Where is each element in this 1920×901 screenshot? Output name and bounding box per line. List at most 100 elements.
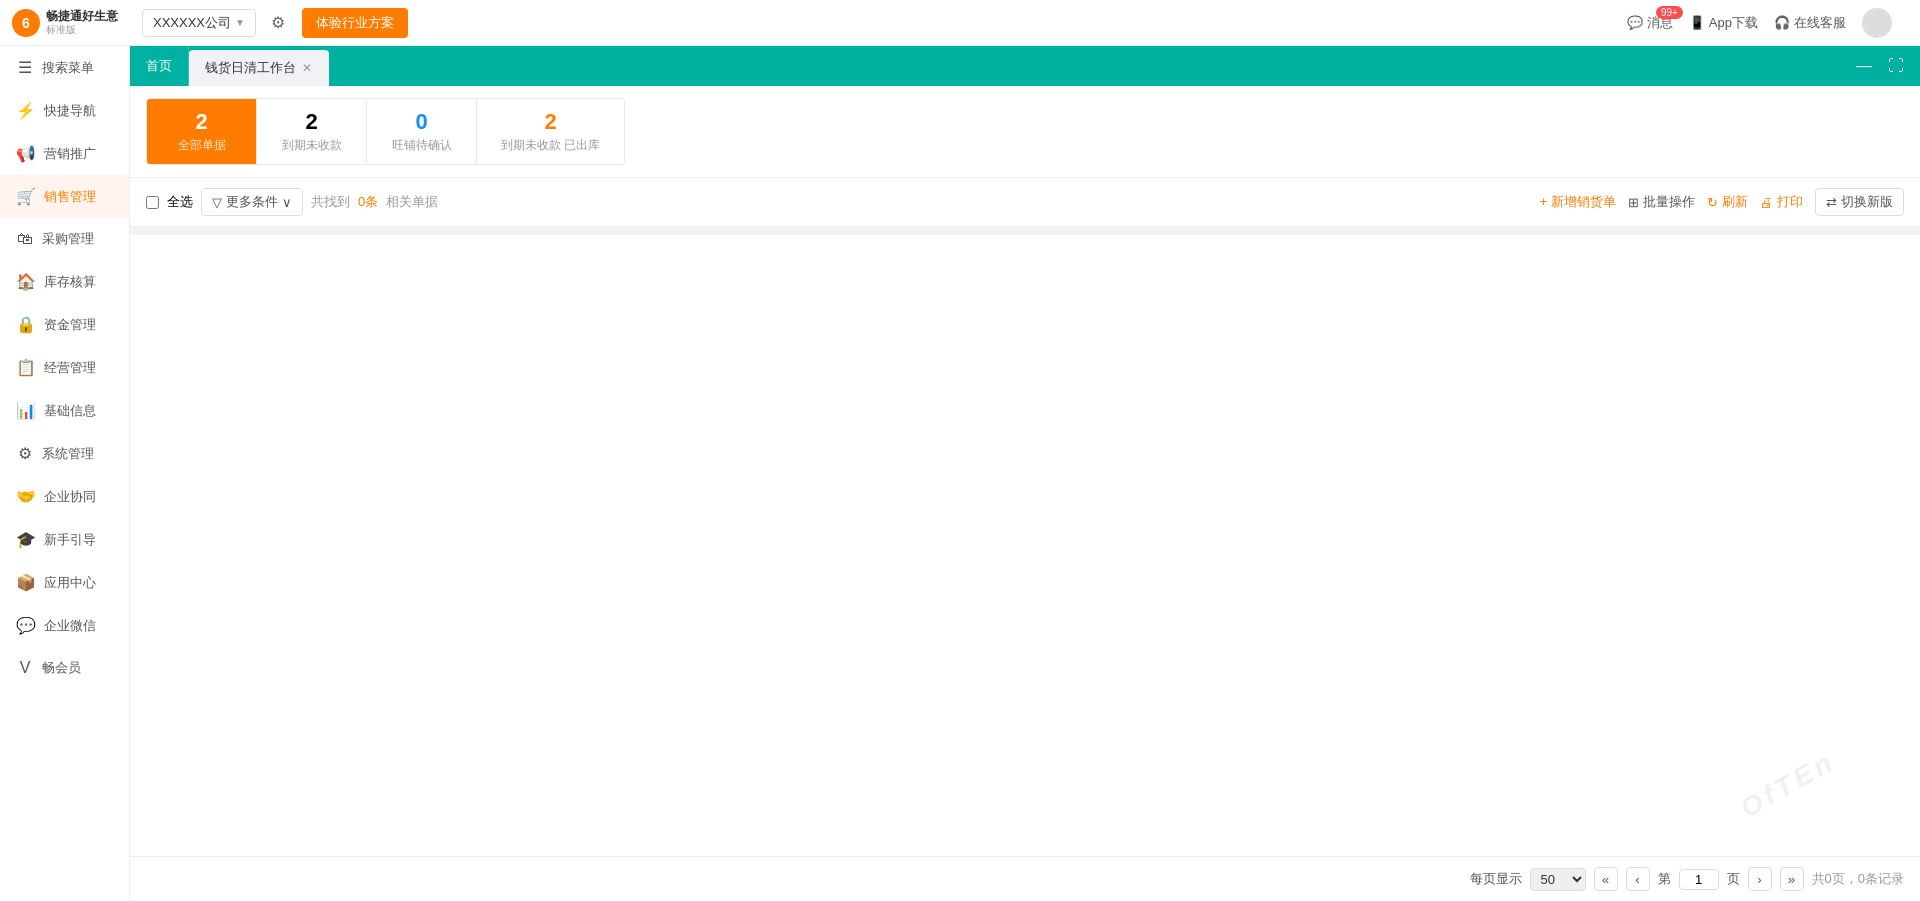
logo-subtitle: 标准版 [46,24,118,36]
sidebar-label-1: 快捷导航 [44,102,96,120]
sidebar-item-6[interactable]: 🔒资金管理 [0,303,129,346]
sidebar-item-1[interactable]: ⚡ 快捷导航 [0,89,129,132]
sidebar-icon-0: ☰ [16,58,34,77]
sidebar-item-12[interactable]: 📦应用中心 [0,561,129,604]
sidebar-icon-14: V [16,659,34,677]
refresh-label: 刷新 [1722,193,1748,211]
sidebar-label-0: 搜索菜单 [42,59,94,77]
sidebar-item-3[interactable]: 🛒销售管理 [0,175,129,218]
company-name: XXXXXX公司 [153,14,231,32]
tab-close-icon[interactable]: ✕ [302,61,312,75]
top-header: 6 畅捷通好生意 标准版 XXXXXX公司 ▼ ⚙ 体验行业方案 💬 消息 99… [0,0,1920,46]
stat-label-1: 到期未收款 [281,137,342,154]
page-size-prefix: 每页显示 [1470,870,1522,888]
page-suffix: 页 [1727,870,1740,888]
batch-operation-button[interactable]: ⊞ 批量操作 [1628,193,1695,211]
sidebar-label-14: 畅会员 [42,659,81,677]
tab-minimize-icon[interactable]: — [1852,54,1876,78]
stat-label-3: 到期未收款 已出库 [501,137,600,154]
tab-maximize-icon[interactable]: ⛶ [1884,54,1908,78]
sidebar-icon-1: ⚡ [16,101,36,120]
sidebar-item-8[interactable]: 📊基础信息 [0,389,129,432]
print-label: 打印 [1777,193,1803,211]
stats-cards: 2全部单据 2 到期未收款 0旺铺待确认2到期未收款 已出库 [146,98,625,165]
sidebar-label-4: 采购管理 [42,230,94,248]
sidebar-label-13: 企业微信 [44,617,96,635]
company-selector[interactable]: XXXXXX公司 ▼ [142,9,256,37]
page-number-input[interactable] [1679,869,1719,890]
sidebar-item-0[interactable]: ☰ 搜索菜单 [0,46,129,89]
header-right: 💬 消息 99+ 📱 App下载 🎧 在线客服 [1627,8,1908,38]
tab-workbench[interactable]: 钱货日清工作台 ✕ [189,50,329,86]
refresh-icon: ↻ [1707,195,1718,210]
switch-label: 切换新版 [1841,193,1893,211]
select-all-label: 全选 [167,193,193,211]
sidebar-icon-8: 📊 [16,401,36,420]
sidebar-item-7[interactable]: 📋经营管理 [0,346,129,389]
found-suffix: 相关单据 [386,193,438,211]
stat-label-2: 旺铺待确认 [391,137,452,154]
sidebar-icon-13: 💬 [16,616,36,635]
sidebar-label-9: 系统管理 [42,445,94,463]
print-icon: 🖨 [1760,195,1773,210]
tab-bar-actions: — ⛶ [1852,54,1920,78]
sidebar-icon-5: 🏠 [16,272,36,291]
sidebar-item-10[interactable]: 🤝企业协同 [0,475,129,518]
headset-icon: 🎧 [1774,15,1790,30]
message-badge: 99+ [1656,6,1683,19]
logo-area: 6 畅捷通好生意 标准版 [12,9,142,37]
sidebar-icon-3: 🛒 [16,187,36,206]
sidebar-icon-12: 📦 [16,573,36,592]
toolbar-right: + 新增销货单 ⊞ 批量操作 ↻ 刷新 🖨 打印 ⇄ [1540,188,1904,216]
logo-title: 畅捷通好生意 [46,9,118,23]
page-size-select[interactable]: 50 10 20 100 [1530,868,1586,891]
last-page-button[interactable]: » [1780,867,1804,891]
filter-chevron-icon: ∨ [282,195,292,210]
app-download-label: App下载 [1709,14,1758,32]
tab-home[interactable]: 首页 [130,46,189,86]
sidebar: ☰ 搜索菜单 ⚡ 快捷导航 📢营销推广🛒销售管理🛍采购管理 🏠 库存核算 🔒资金管理📋经营管理… [0,46,130,901]
sidebar-label-7: 经营管理 [44,359,96,377]
app-download-button[interactable]: 📱 App下载 [1689,14,1758,32]
filter-label: 更多条件 [226,193,278,211]
stat-num-1: 2 [281,109,342,135]
sidebar-icon-2: 📢 [16,144,36,163]
select-all-checkbox[interactable] [146,196,159,209]
stat-card-3[interactable]: 2到期未收款 已出库 [477,99,624,164]
sidebar-item-13[interactable]: 💬 企业微信 [0,604,129,647]
table-area [130,235,1920,856]
sidebar-item-9[interactable]: ⚙系统管理 [0,432,129,475]
sidebar-item-4[interactable]: 🛍采购管理 [0,218,129,260]
prev-page-button[interactable]: ‹ [1626,867,1650,891]
filter-icon: ▽ [212,195,222,210]
add-sale-order-button[interactable]: + 新增销货单 [1540,193,1616,211]
found-prefix: 共找到 [311,193,350,211]
settings-icon[interactable]: ⚙ [264,9,292,37]
sidebar-item-5[interactable]: 🏠 库存核算 [0,260,129,303]
main-area: 首页 钱货日清工作台 ✕ — ⛶ 2全部单据 2 到期未收款 0旺铺待确认2到期未收款… [130,46,1920,901]
filter-button[interactable]: ▽ 更多条件 ∨ [201,188,303,216]
message-button[interactable]: 💬 消息 99+ [1627,14,1673,32]
sidebar-label-5: 库存核算 [44,273,96,291]
app-icon: 📱 [1689,15,1705,30]
sidebar-icon-11: 🎓 [16,530,36,549]
trial-button[interactable]: 体验行业方案 [302,8,408,38]
sidebar-item-14[interactable]: V 畅会员 [0,647,129,689]
sidebar-item-11[interactable]: 🎓 新手引导 [0,518,129,561]
refresh-button[interactable]: ↻ 刷新 [1707,193,1748,211]
switch-icon: ⇄ [1826,195,1837,210]
sidebar-label-11: 新手引导 [44,531,96,549]
content: 2全部单据2到期未收款0旺铺待确认2到期未收款 已出库 全选 ▽ 更多条件 ∨ … [130,86,1920,901]
page-prefix: 第 [1658,870,1671,888]
print-button[interactable]: 🖨 打印 [1760,193,1803,211]
stat-card-1[interactable]: 2 到期未收款 [257,99,367,164]
next-page-button[interactable]: › [1748,867,1772,891]
avatar[interactable] [1862,8,1892,38]
first-page-button[interactable]: « [1594,867,1618,891]
switch-version-button[interactable]: ⇄ 切换新版 [1815,188,1904,216]
stat-card-2[interactable]: 0旺铺待确认 [367,99,477,164]
online-service-button[interactable]: 🎧 在线客服 [1774,14,1846,32]
sidebar-item-2[interactable]: 📢营销推广 [0,132,129,175]
found-count: 0条 [358,193,378,211]
stat-card-0[interactable]: 2全部单据 [147,99,257,164]
